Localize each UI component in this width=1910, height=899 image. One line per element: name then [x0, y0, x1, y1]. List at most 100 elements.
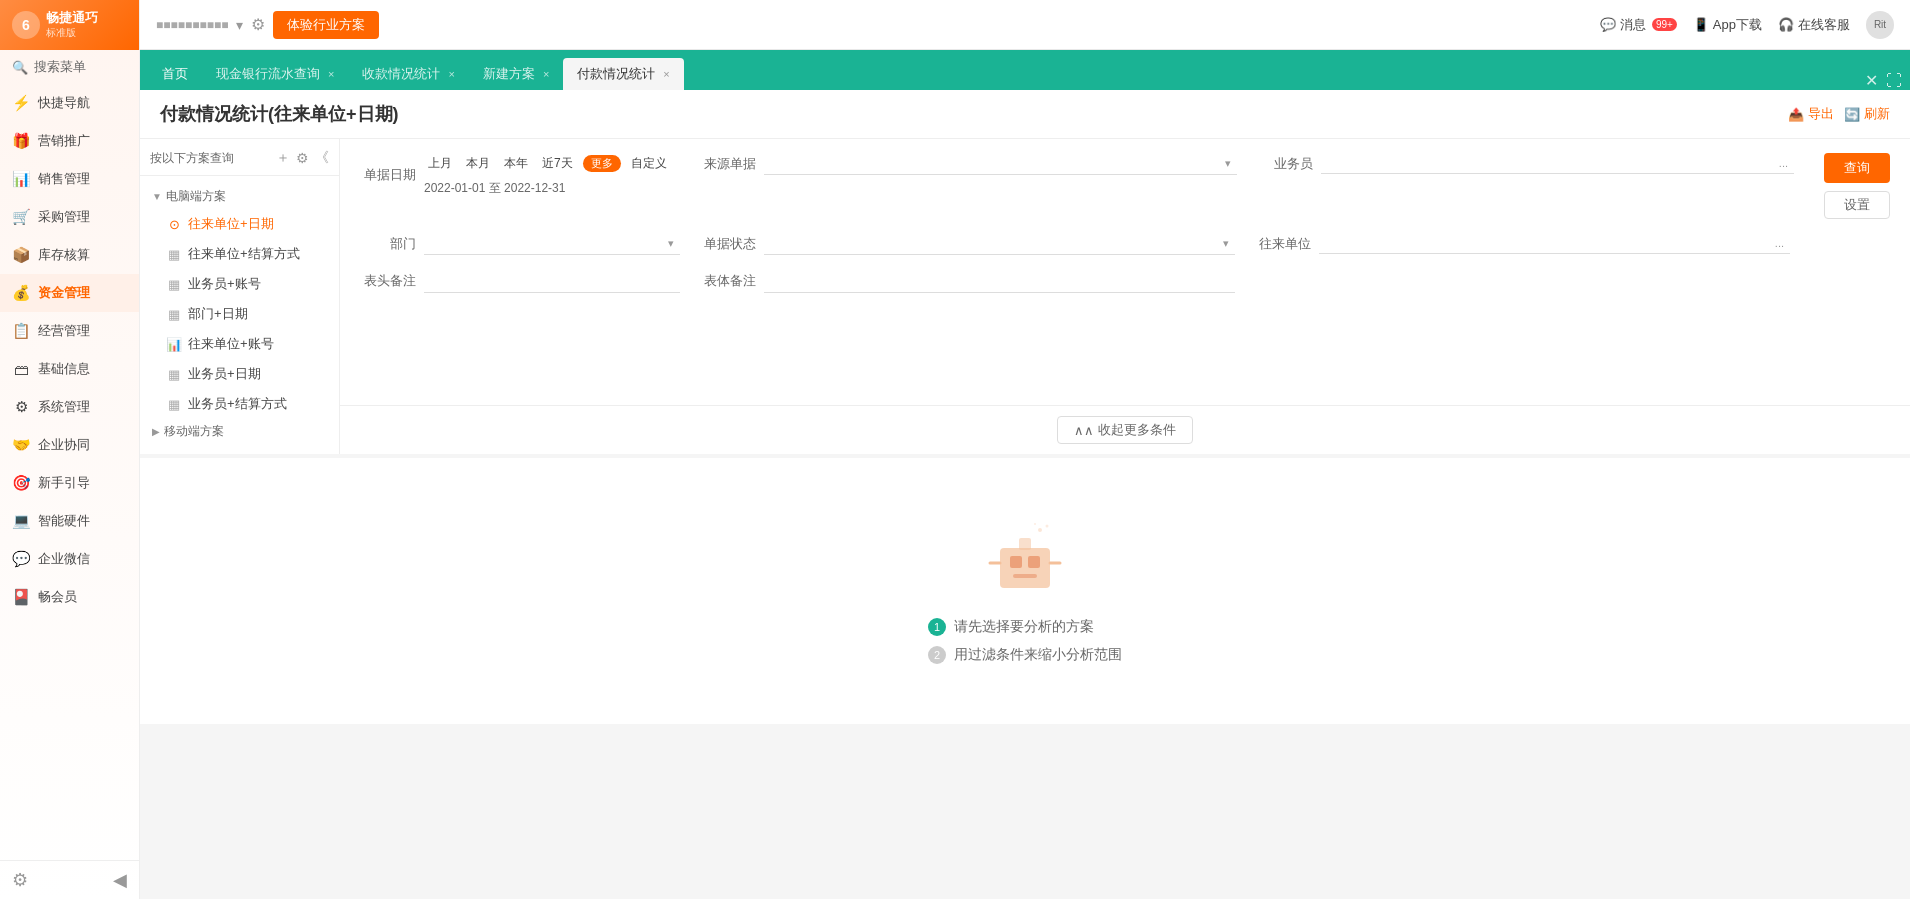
sidebar-settings-btn[interactable]: ⚙: [12, 869, 28, 891]
date-opt-more[interactable]: 更多: [583, 155, 621, 172]
scheme-item-partner-account[interactable]: 📊 往来单位+账号: [146, 329, 333, 359]
sidebar-item-label: 经营管理: [38, 322, 90, 340]
date-label: 单据日期: [360, 166, 416, 184]
sidebar-item-label: 新手引导: [38, 474, 90, 492]
agent-label: 业务员: [1257, 155, 1313, 173]
message-icon: 💬: [1600, 17, 1616, 32]
trial-industry-btn[interactable]: 体验行业方案: [273, 11, 379, 39]
collapse-up-icon: ∧∧: [1074, 423, 1094, 438]
tab-receipt-stats[interactable]: 收款情况统计 ×: [348, 58, 468, 90]
tab-bank-flow-close-icon[interactable]: ×: [328, 68, 334, 80]
pc-scheme-group: ▼ 电脑端方案 ⊙ 往来单位+日期 ▦ 往来单位+结算方式 ▦ 业务员+账号: [140, 184, 339, 419]
scheme-item-partner-payment[interactable]: ▦ 往来单位+结算方式: [146, 239, 333, 269]
tab-payment-stats-close-icon[interactable]: ×: [663, 68, 669, 80]
filter-row-2: 部门 ▾ 单据状态 ▾: [360, 233, 1890, 255]
app-download-icon: 📱: [1693, 17, 1709, 32]
scheme-item-agent-payment[interactable]: ▦ 业务员+结算方式: [146, 389, 333, 419]
empty-step-2: 2 用过滤条件来缩小分析范围: [928, 646, 1122, 664]
sidebar-collapse-btn[interactable]: ◀: [113, 869, 127, 891]
sidebar-item-label: 智能硬件: [38, 512, 90, 530]
enterprise-icon: 🤝: [12, 436, 30, 454]
sidebar-item-finance[interactable]: 💰 资金管理: [0, 274, 139, 312]
sidebar-item-enterprise[interactable]: 🤝 企业协同: [0, 426, 139, 464]
scheme-toolbar-label: 按以下方案查询: [150, 150, 270, 167]
sidebar-item-quick-nav[interactable]: ⚡ 快捷导航: [0, 84, 139, 122]
scheme-item-dept-date[interactable]: ▦ 部门+日期: [146, 299, 333, 329]
date-opt-custom[interactable]: 自定义: [627, 153, 671, 174]
tab-expand-icon[interactable]: ⛶: [1886, 72, 1902, 90]
tab-home[interactable]: 首页: [148, 58, 202, 90]
scheme-item-partner-date[interactable]: ⊙ 往来单位+日期: [146, 209, 333, 239]
date-opt-last-month[interactable]: 上月: [424, 153, 456, 174]
mobile-scheme-header[interactable]: ▶ 移动端方案: [146, 419, 333, 444]
user-avatar[interactable]: Rit: [1866, 11, 1894, 39]
finance-icon: 💰: [12, 284, 30, 302]
query-btn[interactable]: 查询: [1824, 153, 1890, 183]
tab-receipt-stats-close-icon[interactable]: ×: [448, 68, 454, 80]
partner-dots: ...: [1775, 237, 1784, 249]
source-doc-select[interactable]: ▾: [764, 153, 1237, 175]
scheme-item-agent-account[interactable]: ▦ 业务员+账号: [146, 269, 333, 299]
sidebar-item-hardware[interactable]: 💻 智能硬件: [0, 502, 139, 540]
tab-new-scheme-close-icon[interactable]: ×: [543, 68, 549, 80]
sidebar-item-label: 营销推广: [38, 132, 90, 150]
sidebar-item-system[interactable]: ⚙ 系统管理: [0, 388, 139, 426]
partner-select[interactable]: ...: [1319, 233, 1790, 254]
sidebar-item-wechat[interactable]: 💬 企业微信: [0, 540, 139, 578]
member-icon: 🎴: [12, 588, 30, 606]
breadcrumb: ■■■■■■■■■■: [156, 18, 228, 32]
refresh-btn[interactable]: 🔄 刷新: [1844, 105, 1890, 123]
service-label: 在线客服: [1798, 16, 1850, 34]
doc-status-select[interactable]: ▾: [764, 233, 1235, 255]
sidebar-item-member[interactable]: 🎴 畅会员: [0, 578, 139, 616]
scheme-settings-btn[interactable]: ⚙: [296, 150, 309, 166]
sidebar-item-label: 采购管理: [38, 208, 90, 226]
topbar-right: 💬 消息 99+ 📱 App下载 🎧 在线客服 Rit: [1600, 11, 1894, 39]
step-2-text: 用过滤条件来缩小分析范围: [954, 646, 1122, 664]
date-opt-this-year[interactable]: 本年: [500, 153, 532, 174]
agent-field: 业务员 ...: [1257, 153, 1794, 174]
step-1-num: 1: [928, 618, 946, 636]
collapse-btn-label: 收起更多条件: [1098, 421, 1176, 439]
export-btn[interactable]: 📤 导出: [1788, 105, 1834, 123]
svg-rect-0: [1000, 548, 1050, 588]
sidebar-item-marketing[interactable]: 🎁 营销推广: [0, 122, 139, 160]
dept-arrow-icon: ▾: [668, 237, 674, 250]
tab-new-scheme[interactable]: 新建方案 ×: [469, 58, 563, 90]
service-icon: 🎧: [1778, 17, 1794, 32]
tab-payment-stats[interactable]: 付款情况统计 ×: [563, 58, 683, 90]
collapse-more-btn[interactable]: ∧∧ 收起更多条件: [1057, 416, 1193, 444]
sidebar-item-guide[interactable]: 🎯 新手引导: [0, 464, 139, 502]
topbar-gear-icon[interactable]: ⚙: [251, 15, 265, 34]
settings-btn[interactable]: 设置: [1824, 191, 1890, 219]
scheme-collapse-btn[interactable]: 《: [315, 149, 329, 167]
customer-service-btn[interactable]: 🎧 在线客服: [1778, 16, 1850, 34]
app-download-btn[interactable]: 📱 App下载: [1693, 16, 1762, 34]
main-area: ■■■■■■■■■■ ▾ ⚙ 体验行业方案 💬 消息 99+ 📱 App下载 🎧…: [140, 0, 1910, 899]
tab-close-all-icon[interactable]: ✕: [1865, 71, 1878, 90]
pc-scheme-header[interactable]: ▼ 电脑端方案: [146, 184, 333, 209]
empty-illustration: [975, 518, 1075, 598]
scheme-item-agent-date[interactable]: ▦ 业务员+日期: [146, 359, 333, 389]
date-opt-7days[interactable]: 近7天: [538, 153, 577, 174]
tab-bank-flow[interactable]: 现金银行流水查询 ×: [202, 58, 348, 90]
partner-field: 往来单位 ...: [1255, 233, 1790, 254]
table-header-note-input[interactable]: [424, 269, 680, 293]
agent-select[interactable]: ...: [1321, 153, 1794, 174]
tab-bank-flow-label: 现金银行流水查询: [216, 65, 320, 83]
operations-icon: 📋: [12, 322, 30, 340]
doc-status-field: 单据状态 ▾: [700, 233, 1235, 255]
sidebar-item-purchase[interactable]: 🛒 采购管理: [0, 198, 139, 236]
sidebar-item-inventory[interactable]: 📦 库存核算: [0, 236, 139, 274]
sidebar-item-basic[interactable]: 🗃 基础信息: [0, 350, 139, 388]
table-body-note-label: 表体备注: [700, 272, 756, 290]
add-scheme-btn[interactable]: ＋: [276, 149, 290, 167]
table-body-note-input[interactable]: [764, 269, 1235, 293]
sidebar-item-operations[interactable]: 📋 经营管理: [0, 312, 139, 350]
dept-select[interactable]: ▾: [424, 233, 680, 255]
dropdown-arrow-icon[interactable]: ▾: [236, 17, 243, 33]
date-opt-this-month[interactable]: 本月: [462, 153, 494, 174]
message-btn[interactable]: 💬 消息 99+: [1600, 16, 1677, 34]
search-menu[interactable]: 🔍 搜索菜单: [0, 50, 139, 84]
sidebar-item-sales[interactable]: 📊 销售管理: [0, 160, 139, 198]
